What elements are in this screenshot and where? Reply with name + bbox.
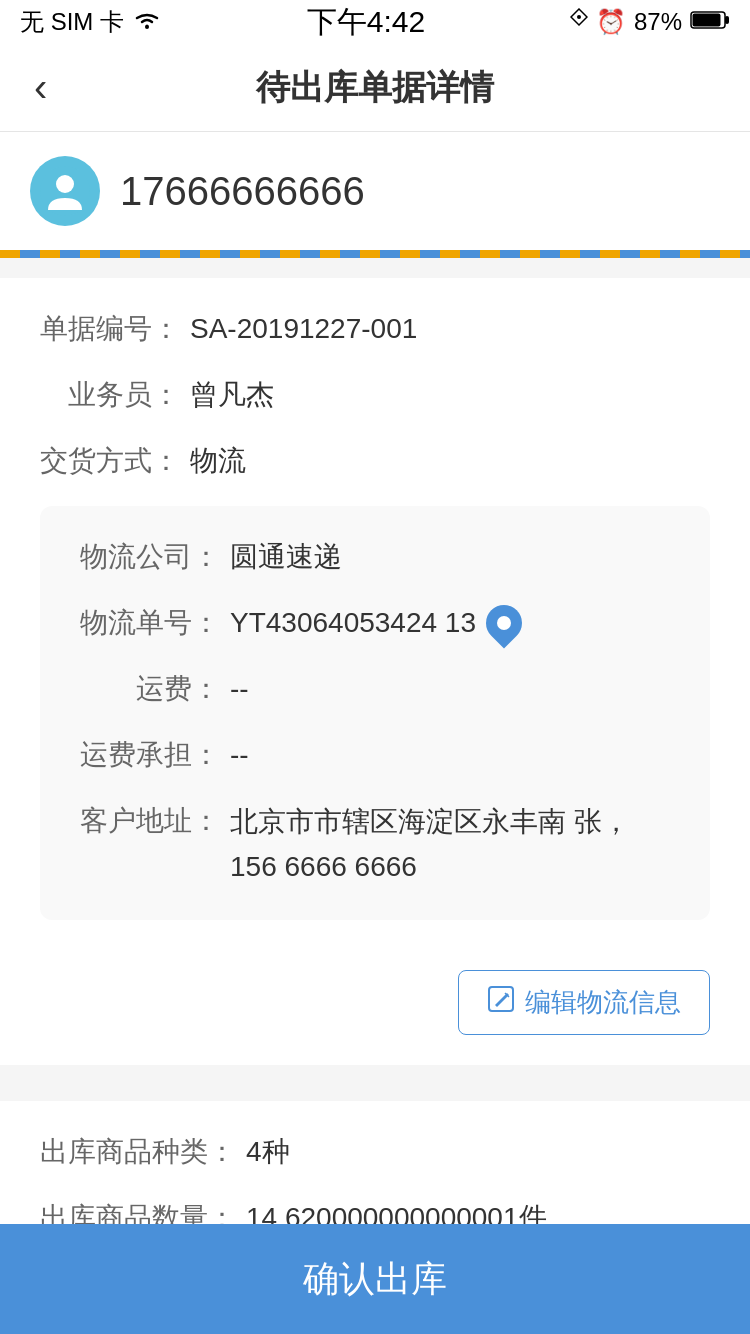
svg-point-0 bbox=[145, 25, 149, 29]
company-label: 物流公司： bbox=[80, 536, 220, 578]
nav-bar: ‹ 待出库单据详情 bbox=[0, 44, 750, 132]
edit-logistics-icon bbox=[487, 985, 515, 1020]
company-row: 物流公司： 圆通速递 bbox=[80, 536, 670, 578]
confirm-outbound-label: 确认出库 bbox=[303, 1255, 447, 1304]
status-left: 无 SIM 卡 bbox=[20, 6, 162, 38]
sales-rep-label: 业务员： bbox=[40, 374, 180, 416]
tracking-label: 物流单号： bbox=[80, 602, 220, 644]
battery-icon bbox=[690, 8, 730, 36]
avatar bbox=[30, 156, 100, 226]
sales-rep-row: 业务员： 曾凡杰 bbox=[40, 374, 710, 416]
order-number-label: 单据编号： bbox=[40, 308, 180, 350]
delivery-method-label: 交货方式： bbox=[40, 440, 180, 482]
company-value: 圆通速递 bbox=[230, 536, 670, 578]
svg-rect-4 bbox=[692, 14, 720, 27]
tracking-value: YT43064053424 13 bbox=[230, 602, 670, 644]
location-service-icon bbox=[570, 8, 588, 36]
status-right: ⏰ 87% bbox=[570, 8, 730, 36]
battery-text: 87% bbox=[634, 8, 682, 36]
tracking-location-icon[interactable] bbox=[479, 598, 530, 649]
svg-point-1 bbox=[577, 15, 581, 19]
tracking-row: 物流单号： YT43064053424 13 bbox=[80, 602, 670, 644]
freight-bearer-row: 运费承担： -- bbox=[80, 734, 670, 776]
status-bar: 无 SIM 卡 下午4:42 ⏰ 87% bbox=[0, 0, 750, 44]
order-number-value: SA-20191227-001 bbox=[190, 308, 710, 350]
order-number-row: 单据编号： SA-20191227-001 bbox=[40, 308, 710, 350]
edit-logistics-button[interactable]: 编辑物流信息 bbox=[458, 970, 710, 1035]
delivery-method-value: 物流 bbox=[190, 440, 710, 482]
freight-value: -- bbox=[230, 668, 670, 710]
svg-rect-3 bbox=[725, 16, 729, 24]
nav-title: 待出库单据详情 bbox=[256, 65, 494, 111]
dashed-divider bbox=[0, 250, 750, 258]
freight-label: 运费： bbox=[80, 668, 220, 710]
address-label: 客户地址： bbox=[80, 800, 220, 842]
freight-bearer-label: 运费承担： bbox=[80, 734, 220, 776]
back-button[interactable]: ‹ bbox=[24, 55, 57, 120]
delivery-method-row: 交货方式： 物流 bbox=[40, 440, 710, 482]
edit-logistics-label: 编辑物流信息 bbox=[525, 985, 681, 1020]
edit-btn-row: 编辑物流信息 bbox=[0, 950, 750, 1065]
sales-rep-value: 曾凡杰 bbox=[190, 374, 710, 416]
section-divider bbox=[0, 1065, 750, 1081]
address-row: 客户地址： 北京市市辖区海淀区永丰南 张，156 6666 6666 bbox=[80, 800, 670, 890]
goods-types-label: 出库商品种类： bbox=[40, 1131, 236, 1173]
goods-types-value: 4种 bbox=[246, 1131, 710, 1173]
customer-phone: 17666666666 bbox=[120, 169, 365, 214]
svg-point-6 bbox=[56, 175, 74, 193]
wifi-icon bbox=[132, 8, 162, 36]
logistics-card: 物流公司： 圆通速递 物流单号： YT43064053424 13 运费： --… bbox=[40, 506, 710, 920]
freight-row: 运费： -- bbox=[80, 668, 670, 710]
freight-bearer-value: -- bbox=[230, 734, 670, 776]
confirm-outbound-button[interactable]: 确认出库 bbox=[0, 1224, 750, 1334]
status-time: 下午4:42 bbox=[307, 2, 425, 43]
carrier-text: 无 SIM 卡 bbox=[20, 6, 124, 38]
alarm-icon: ⏰ bbox=[596, 8, 626, 36]
address-value: 北京市市辖区海淀区永丰南 张，156 6666 6666 bbox=[230, 800, 670, 890]
order-info-section: 单据编号： SA-20191227-001 业务员： 曾凡杰 交货方式： 物流 … bbox=[0, 278, 750, 950]
customer-section: 17666666666 bbox=[0, 132, 750, 250]
goods-types-row: 出库商品种类： 4种 bbox=[40, 1131, 710, 1173]
